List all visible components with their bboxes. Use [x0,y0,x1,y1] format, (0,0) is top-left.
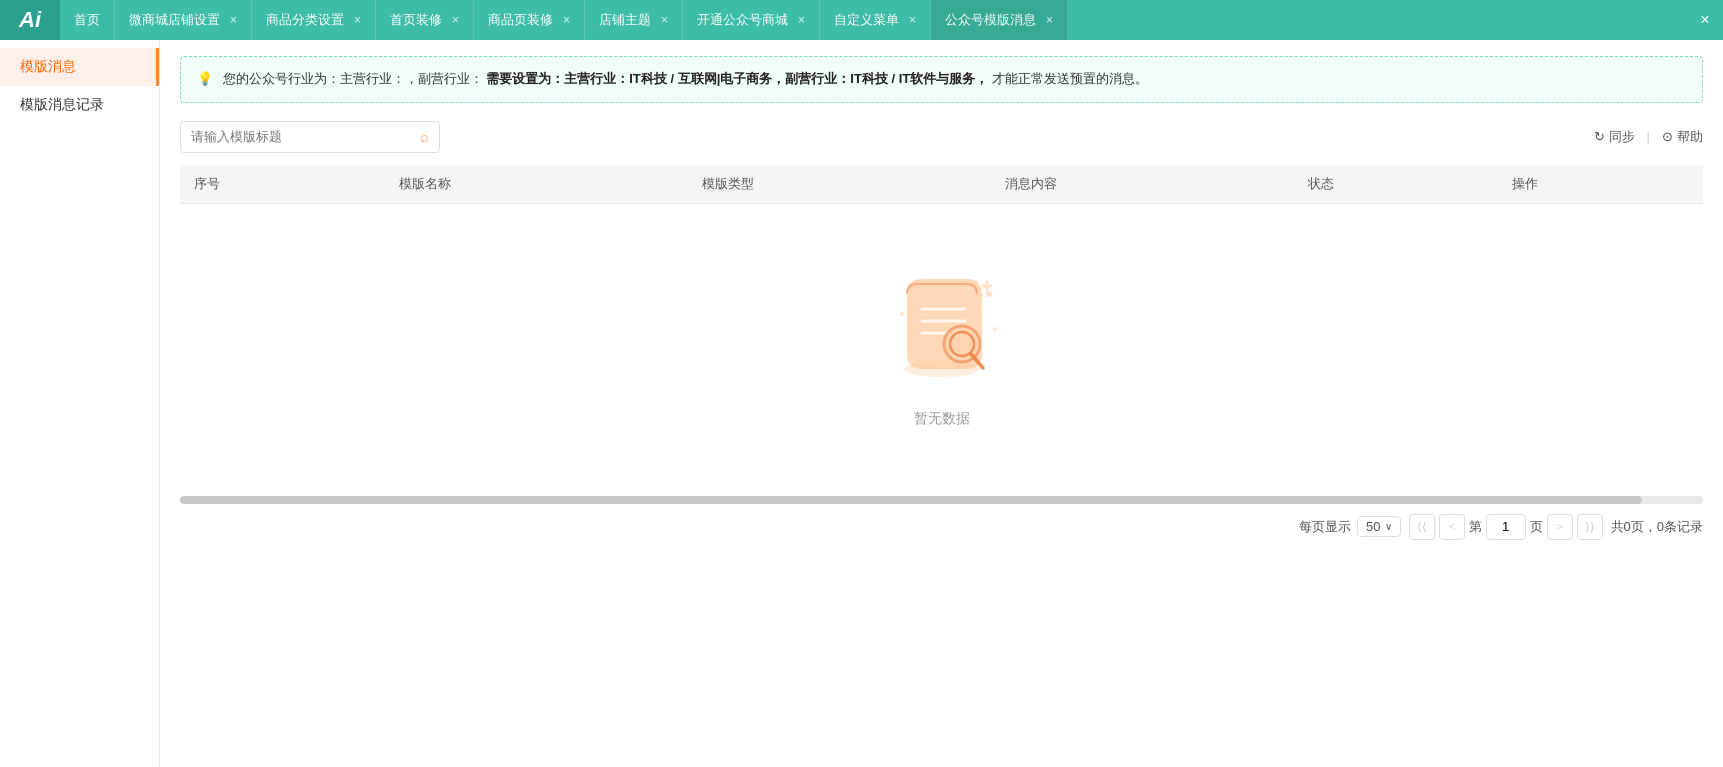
help-icon: ⊙ [1662,129,1673,144]
sidebar-item-label: 模版消息记录 [20,96,104,112]
prev-page-button[interactable]: ＜ [1439,514,1465,540]
chevron-down-icon: ∨ [1385,521,1392,532]
nav-tab-home-decor[interactable]: 首页装修 × [376,0,474,40]
sync-button[interactable]: ↻ 同步 [1594,128,1635,146]
close-tab-button[interactable]: × [563,13,570,27]
search-icon[interactable]: ⌕ [420,128,429,145]
help-label: 帮助 [1677,128,1703,146]
page-size-dropdown[interactable]: 50 ∨ [1357,516,1400,537]
divider: | [1647,129,1650,144]
nav-tab-label: 首页装修 [390,11,442,29]
close-tab-button[interactable]: × [661,13,668,27]
nav-tab-label: 微商城店铺设置 [129,11,220,29]
close-tab-button[interactable]: × [798,13,805,27]
close-tab-button[interactable]: × [1046,13,1053,27]
page-size-value: 50 [1366,519,1380,534]
empty-illustration [877,264,1007,394]
next-page-button[interactable]: ＞ [1547,514,1573,540]
close-all-button[interactable]: × [1687,0,1723,40]
total-label: 共0页，0条记录 [1611,518,1703,536]
horizontal-scrollbar[interactable] [180,496,1703,504]
sidebar-item-template-msg[interactable]: 模版消息 [0,48,159,86]
page-suffix-label: 页 [1530,518,1543,536]
notice-box: 💡 您的公众号行业为：主营行业：，副营行业： 需要设置为：主营行业：IT科技 /… [180,56,1703,103]
nav-tab-store-settings[interactable]: 微商城店铺设置 × [115,0,252,40]
close-tab-button[interactable]: × [452,13,459,27]
svg-point-9 [993,327,997,331]
main-content: 💡 您的公众号行业为：主营行业：，副营行业： 需要设置为：主营行业：IT科技 /… [160,40,1723,767]
notice-icon: 💡 [197,71,213,86]
search-actions: ↻ 同步 | ⊙ 帮助 [1594,128,1703,146]
empty-state: 暂无数据 [180,204,1703,488]
close-tab-button[interactable]: × [230,13,237,27]
layout: 模版消息模版消息记录 💡 您的公众号行业为：主营行业：，副营行业： 需要设置为：… [0,40,1723,767]
page-size-select: 每页显示 50 ∨ [1299,516,1400,537]
nav-tab-custom-menu[interactable]: 自定义菜单 × [820,0,931,40]
help-button[interactable]: ⊙ 帮助 [1662,128,1703,146]
nav-tab-label: 商品页装修 [488,11,553,29]
sidebar-item-label: 模版消息 [20,58,76,74]
page-prefix-label: 第 [1469,518,1482,536]
table-wrap: 序号模版名称模版类型消息内容状态操作 [180,165,1703,488]
nav-tab-label: 公众号模版消息 [945,11,1036,29]
search-wrap: ⌕ [180,121,440,153]
col-header-seq: 序号 [180,165,385,204]
first-page-button[interactable]: ⟨⟨ [1409,514,1435,540]
nav-tab-product-page-decor[interactable]: 商品页装修 × [474,0,585,40]
svg-point-8 [900,312,904,316]
nav-tab-label: 首页 [74,11,100,29]
close-tab-button[interactable]: × [354,13,361,27]
sidebar-item-template-msg-log[interactable]: 模版消息记录 [0,86,159,124]
notice-prefix: 您的公众号行业为：主营行业：，副营行业： [223,71,483,86]
table-body: 暂无数据 [180,203,1703,488]
page-size-label: 每页显示 [1299,518,1351,536]
logo: Ai [0,0,60,40]
search-row: ⌕ ↻ 同步 | ⊙ 帮助 [180,121,1703,153]
nav-tab-home[interactable]: 首页 [60,0,115,40]
table-header-row: 序号模版名称模版类型消息内容状态操作 [180,165,1703,204]
top-nav: Ai 首页微商城店铺设置×商品分类设置×首页装修×商品页装修×店铺主题×开通公众… [0,0,1723,40]
sync-icon: ↻ [1594,129,1605,144]
nav-tab-label: 自定义菜单 [834,11,899,29]
empty-text: 暂无数据 [914,410,970,428]
col-header-template-name: 模版名称 [385,165,688,204]
data-table: 序号模版名称模版类型消息内容状态操作 [180,165,1703,488]
notice-suffix: 才能正常发送预置的消息。 [992,71,1148,86]
nav-tab-label: 商品分类设置 [266,11,344,29]
empty-row: 暂无数据 [180,203,1703,488]
sync-label: 同步 [1609,128,1635,146]
col-header-status: 状态 [1294,165,1499,204]
page-number-input[interactable] [1486,514,1526,540]
col-header-template-type: 模版类型 [688,165,991,204]
nav-tab-product-category[interactable]: 商品分类设置 × [252,0,376,40]
page-nav: ⟨⟨ ＜ 第 页 ＞ ⟩⟩ [1409,514,1603,540]
sidebar: 模版消息模版消息记录 [0,40,160,767]
search-input[interactable] [191,129,420,144]
nav-tab-store-theme[interactable]: 店铺主题 × [585,0,683,40]
last-page-button[interactable]: ⟩⟩ [1577,514,1603,540]
close-tab-button[interactable]: × [909,13,916,27]
nav-tab-open-mall[interactable]: 开通公众号商城 × [683,0,820,40]
table-header: 序号模版名称模版类型消息内容状态操作 [180,165,1703,204]
col-header-action: 操作 [1498,165,1703,204]
notice-highlight: 需要设置为：主营行业：IT科技 / 互联网|电子商务，副营行业：IT科技 / I… [486,71,988,86]
nav-tab-label: 开通公众号商城 [697,11,788,29]
nav-tab-label: 店铺主题 [599,11,651,29]
nav-tabs: 首页微商城店铺设置×商品分类设置×首页装修×商品页装修×店铺主题×开通公众号商城… [60,0,1687,40]
nav-tab-template-msg[interactable]: 公众号模版消息 × [931,0,1068,40]
pagination: 每页显示 50 ∨ ⟨⟨ ＜ 第 页 ＞ ⟩⟩ 共0页，0条记录 [180,514,1703,540]
col-header-msg-content: 消息内容 [991,165,1294,204]
scrollbar-thumb [180,496,1642,504]
